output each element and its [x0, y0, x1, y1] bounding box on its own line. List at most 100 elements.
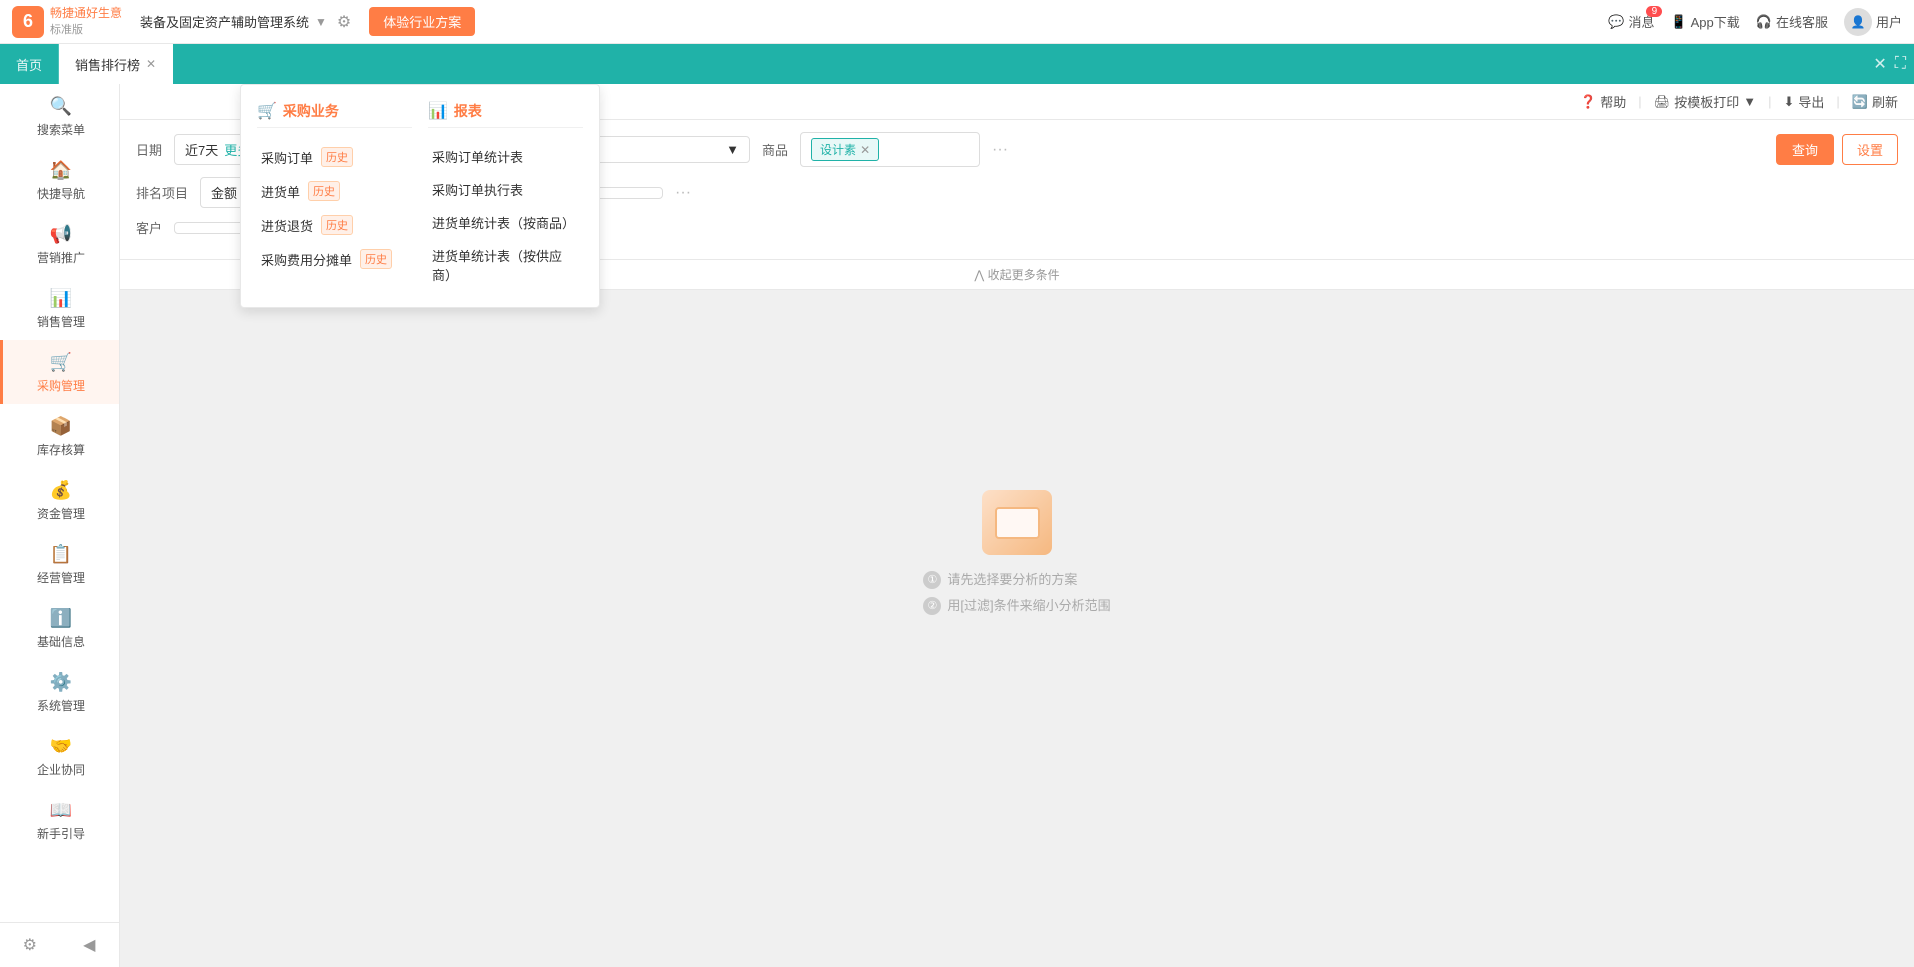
- dropdown-menu: 🛒 采购业务 采购订单 历史 进货单 历史 进货退货 历史 采购费用分摊单: [240, 84, 600, 308]
- tab-close-icon[interactable]: ✕: [146, 57, 156, 71]
- query-btn[interactable]: 查询: [1776, 134, 1834, 165]
- goods-label: 商品: [762, 140, 788, 159]
- help-label: 帮助: [1600, 92, 1626, 111]
- sidebar-item-finance[interactable]: 💰 资金管理: [0, 468, 119, 532]
- sidebar-label-sales: 销售管理: [37, 313, 85, 330]
- system-icon: ⚙️: [50, 672, 72, 693]
- sidebar-settings-btn[interactable]: ⚙: [0, 931, 60, 959]
- sidebar-bottom: ⚙ ◀: [0, 922, 119, 967]
- print-btn[interactable]: 🖨 按模板打印 ▼: [1654, 92, 1756, 111]
- dropdown-col-purchase: 🛒 采购业务 采购订单 历史 进货单 历史 进货退货 历史 采购费用分摊单: [257, 101, 412, 291]
- dropdown-item-label: 进货单统计表（按供应商）: [432, 246, 579, 284]
- dropdown-item-label: 进货退货: [261, 216, 313, 235]
- logo-text: 畅捷通好生意: [50, 6, 122, 22]
- refresh-label: 刷新: [1872, 92, 1898, 111]
- maximize-icon[interactable]: ⛶: [1895, 55, 1906, 73]
- app-download-label: App下载: [1691, 12, 1740, 31]
- dropdown-item-purchase-order[interactable]: 采购订单 历史: [257, 140, 412, 174]
- content-area: 🛒 采购业务 采购订单 历史 进货单 历史 进货退货 历史 采购费用分摊单: [120, 84, 1914, 967]
- settings-gear-icon[interactable]: ⚙: [337, 12, 351, 32]
- sidebar-item-inventory[interactable]: 📦 库存核算: [0, 404, 119, 468]
- sidebar-item-quicknav[interactable]: 🏠 快捷导航: [0, 148, 119, 212]
- main-layout: 🔍 搜索菜单 🏠 快捷导航 📢 营销推广 📊 销售管理 🛒 采购管理 📦 库存核…: [0, 84, 1914, 967]
- hist-badge: 历史: [308, 181, 340, 201]
- collapse-icon: ◀: [83, 935, 95, 955]
- refresh-btn[interactable]: 🔄 刷新: [1852, 92, 1898, 111]
- dropdown-item-label: 采购订单: [261, 148, 313, 167]
- sidebar-label-operation: 经营管理: [37, 569, 85, 586]
- sidebar-item-collab[interactable]: 🤝 企业协同: [0, 724, 119, 788]
- tab-sales-ranking[interactable]: 销售排行榜 ✕: [59, 44, 173, 84]
- dropdown-item-expense[interactable]: 采购费用分摊单 历史: [257, 242, 412, 276]
- goods-input[interactable]: 设计素 ✕: [800, 132, 980, 167]
- sidebar-item-guide[interactable]: 📖 新手引导: [0, 788, 119, 852]
- export-btn[interactable]: ⬇ 导出: [1783, 92, 1824, 111]
- dropdown-item-inbound-stat-goods[interactable]: 进货单统计表（按商品）: [428, 206, 583, 239]
- rank-label: 排名项目: [136, 183, 188, 202]
- logo-icon: 6: [12, 6, 44, 38]
- sidebar-label-system: 系统管理: [37, 697, 85, 714]
- sidebar-label-marketing: 营销推广: [37, 249, 85, 266]
- empty-illustration: [982, 490, 1052, 555]
- dropdown-item-inbound-stat-supplier[interactable]: 进货单统计表（按供应商）: [428, 239, 583, 291]
- topbar: 6 畅捷通好生意 标准版 装备及固定资产辅助管理系统 ▼ ⚙ 体验行业方案 💬 …: [0, 0, 1914, 44]
- tab-home[interactable]: 首页: [0, 44, 59, 84]
- close-window-icon[interactable]: ✕: [1873, 54, 1886, 74]
- print-dropdown-icon[interactable]: ▼: [1743, 94, 1756, 109]
- message-icon: 💬: [1608, 14, 1624, 30]
- search-icon: 🔍: [50, 96, 72, 117]
- tab-home-label: 首页: [16, 55, 42, 74]
- help-icon: ❓: [1580, 94, 1596, 110]
- dropdown-col-report: 📊 报表 采购订单统计表 采购订单执行表 进货单统计表（按商品） 进货单统计表（…: [428, 101, 583, 291]
- user-label: 用户: [1876, 12, 1902, 31]
- salesman-dots[interactable]: ···: [675, 184, 691, 202]
- sidebar-label-quicknav: 快捷导航: [37, 185, 85, 202]
- tab-sales-ranking-label: 销售排行榜: [75, 55, 140, 74]
- dropdown-arrow-icon[interactable]: ▼: [315, 15, 327, 29]
- sidebar-label-purchase: 采购管理: [37, 377, 85, 394]
- sidebar-item-search[interactable]: 🔍 搜索菜单: [0, 84, 119, 148]
- empty-screen: [995, 507, 1040, 539]
- voucher-status-arrow: ▼: [726, 142, 739, 157]
- purchase-col-icon: 🛒: [257, 101, 277, 121]
- export-icon: ⬇: [1783, 94, 1794, 110]
- cart-icon: 🛒: [50, 352, 72, 373]
- empty-hint-1: ① 请先选择要分析的方案: [923, 567, 1110, 593]
- goods-more-dots[interactable]: ···: [992, 141, 1008, 159]
- sidebar-item-system[interactable]: ⚙️ 系统管理: [0, 660, 119, 724]
- date-label: 日期: [136, 140, 162, 159]
- user-btn[interactable]: 👤 用户: [1844, 8, 1902, 36]
- goods-tag-close[interactable]: ✕: [860, 143, 870, 157]
- dropdown-item-order-exec[interactable]: 采购订单执行表: [428, 173, 583, 206]
- sidebar: 🔍 搜索菜单 🏠 快捷导航 📢 营销推广 📊 销售管理 🛒 采购管理 📦 库存核…: [0, 84, 120, 967]
- message-badge: 9: [1646, 6, 1662, 17]
- dropdown-item-label: 采购订单执行表: [432, 180, 523, 199]
- online-service-label: 在线客服: [1776, 12, 1828, 31]
- online-service-btn[interactable]: 🎧 在线客服: [1756, 12, 1828, 31]
- chart-icon: 📊: [50, 288, 72, 309]
- filter-actions: 查询 设置: [1776, 134, 1898, 165]
- date-quick-7days[interactable]: 近7天: [185, 140, 218, 159]
- sidebar-item-base[interactable]: ℹ️ 基础信息: [0, 596, 119, 660]
- dropdown-item-label: 进货单: [261, 182, 300, 201]
- message-btn[interactable]: 💬 消息 9: [1608, 12, 1654, 31]
- rank-value: 金额: [211, 183, 237, 202]
- sidebar-item-operation[interactable]: 📋 经营管理: [0, 532, 119, 596]
- app-download-btn[interactable]: 📱 App下载: [1670, 12, 1739, 31]
- sidebar-item-marketing[interactable]: 📢 营销推广: [0, 212, 119, 276]
- print-label: 按模板打印: [1674, 92, 1739, 111]
- settings-btn[interactable]: 设置: [1842, 134, 1898, 165]
- sidebar-collapse-btn[interactable]: ◀: [60, 931, 120, 959]
- goods-tag: 设计素 ✕: [811, 138, 879, 161]
- help-btn[interactable]: ❓ 帮助: [1580, 92, 1626, 111]
- industry-btn[interactable]: 体验行业方案: [369, 7, 475, 36]
- dropdown-item-inbound[interactable]: 进货单 历史: [257, 174, 412, 208]
- dropdown-item-order-stat[interactable]: 采购订单统计表: [428, 140, 583, 173]
- box-icon: 📦: [50, 416, 72, 437]
- report-col-icon: 📊: [428, 101, 448, 121]
- dropdown-item-return[interactable]: 进货退货 历史: [257, 208, 412, 242]
- sidebar-item-sales[interactable]: 📊 销售管理: [0, 276, 119, 340]
- print-icon: 🖨: [1654, 94, 1671, 110]
- sidebar-item-purchase[interactable]: 🛒 采购管理: [0, 340, 119, 404]
- sidebar-label-finance: 资金管理: [37, 505, 85, 522]
